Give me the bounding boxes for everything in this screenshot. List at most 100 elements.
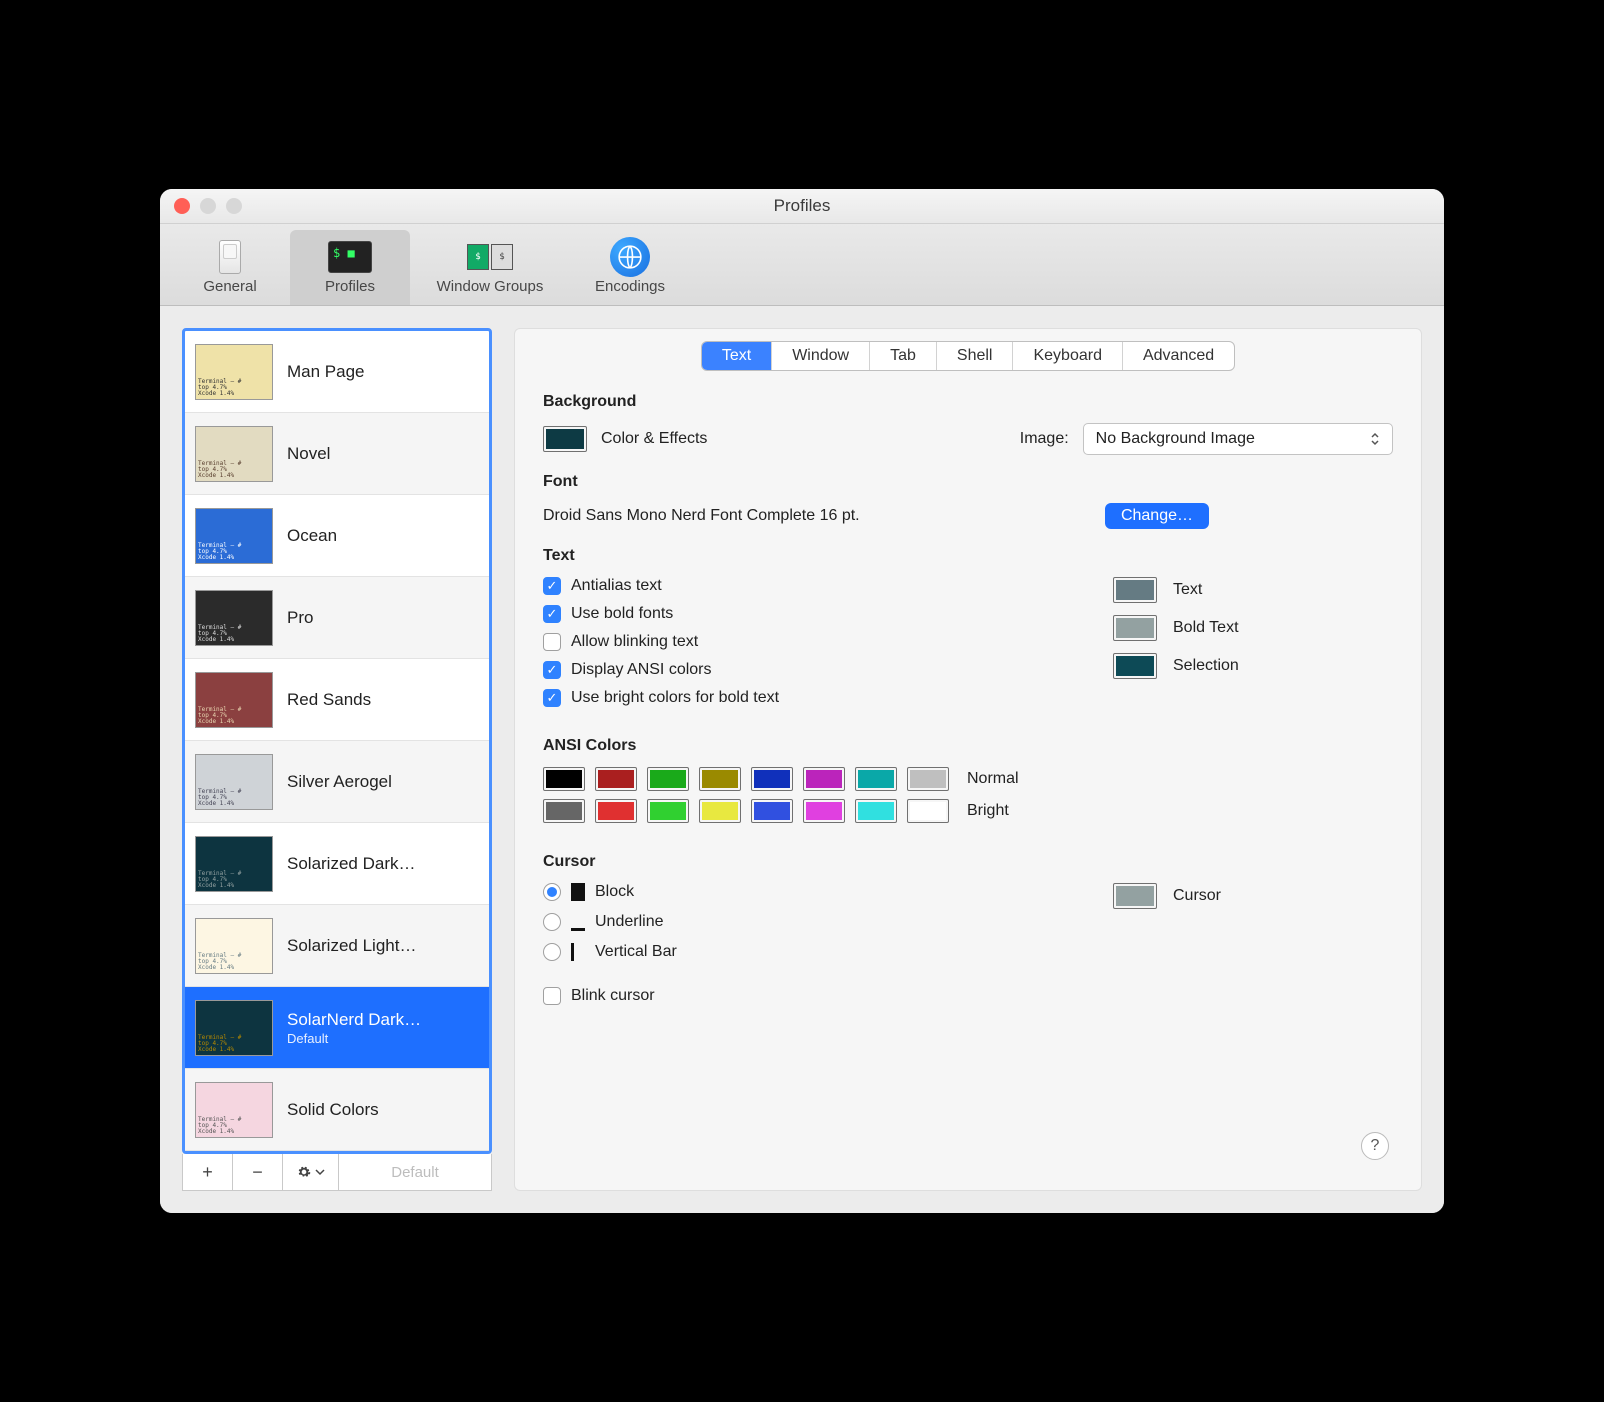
section-background: Background	[543, 393, 1393, 411]
blink-cursor-checkbox[interactable]: Blink cursor	[543, 987, 1053, 1005]
profile-thumbnail: Terminal — #top 4.7%Xcode 1.4%	[195, 672, 273, 728]
text-panel: Background Color & Effects Image: No Bac…	[515, 393, 1421, 1005]
section-cursor: Cursor	[543, 853, 1393, 871]
profile-item[interactable]: Terminal — #top 4.7%Xcode 1.4%Man Page	[185, 331, 489, 413]
ansi-swatch[interactable]	[543, 799, 585, 823]
tab-advanced[interactable]: Advanced	[1123, 342, 1234, 370]
ansi-swatch[interactable]	[751, 767, 793, 791]
color-well-label: Text	[1173, 581, 1202, 599]
tab-strip: TextWindowTabShellKeyboardAdvanced	[701, 341, 1235, 371]
traffic-lights	[174, 198, 242, 214]
color-well-row: Bold Text	[1113, 615, 1393, 641]
toolbar: General Profiles $$ Window Groups Encodi…	[160, 224, 1444, 306]
radio-label: Block	[595, 883, 634, 901]
background-image-select[interactable]: No Background Image	[1083, 423, 1393, 455]
checkbox-row[interactable]: ✓Display ANSI colors	[543, 661, 1053, 679]
ansi-swatch[interactable]	[907, 767, 949, 791]
tab-shell[interactable]: Shell	[937, 342, 1014, 370]
chevron-down-icon	[315, 1167, 325, 1177]
color-well[interactable]	[1113, 577, 1157, 603]
ansi-row-label: Normal	[967, 770, 1019, 788]
tab-text[interactable]: Text	[702, 342, 772, 370]
cursor-well-row: Cursor	[1113, 883, 1393, 909]
ansi-swatch[interactable]	[907, 799, 949, 823]
profile-item[interactable]: Terminal — #top 4.7%Xcode 1.4%Ocean	[185, 495, 489, 577]
ansi-swatch[interactable]	[803, 799, 845, 823]
toolbar-label: Encodings	[570, 278, 690, 295]
action-menu[interactable]	[283, 1154, 339, 1190]
minimize-icon[interactable]	[200, 198, 216, 214]
toolbar-encodings[interactable]: Encodings	[570, 230, 690, 305]
checkbox-row[interactable]: ✓Antialias text	[543, 577, 1053, 595]
cursor-radio-row[interactable]: Block	[543, 883, 1053, 901]
profile-item[interactable]: Terminal — #top 4.7%Xcode 1.4%Solarized …	[185, 823, 489, 905]
ansi-swatch[interactable]	[595, 767, 637, 791]
help-button[interactable]: ?	[1361, 1132, 1389, 1160]
checkbox-icon	[543, 987, 561, 1005]
titlebar: Profiles	[160, 189, 1444, 224]
profile-item[interactable]: Terminal — #top 4.7%Xcode 1.4%Red Sands	[185, 659, 489, 741]
profile-list[interactable]: Terminal — #top 4.7%Xcode 1.4%Man PageTe…	[182, 328, 492, 1154]
close-icon[interactable]	[174, 198, 190, 214]
toolbar-general[interactable]: General	[170, 230, 290, 305]
section-font: Font	[543, 473, 1393, 491]
tab-keyboard[interactable]: Keyboard	[1013, 342, 1123, 370]
zoom-icon[interactable]	[226, 198, 242, 214]
color-well[interactable]	[1113, 653, 1157, 679]
profile-label: SolarNerd Dark…Default	[287, 1009, 421, 1045]
ansi-swatch[interactable]	[751, 799, 793, 823]
select-value: No Background Image	[1096, 430, 1255, 448]
profile-label: Solid Colors	[287, 1099, 379, 1120]
ansi-swatch[interactable]	[595, 799, 637, 823]
checkbox-row[interactable]: Allow blinking text	[543, 633, 1053, 651]
cursor-radio-row[interactable]: Underline	[543, 913, 1053, 931]
add-button[interactable]: +	[183, 1154, 233, 1190]
profile-thumbnail: Terminal — #top 4.7%Xcode 1.4%	[195, 918, 273, 974]
ansi-swatch[interactable]	[699, 767, 741, 791]
tab-window[interactable]: Window	[772, 342, 870, 370]
text-checks: ✓Antialias text ✓Use bold fonts Allow blin…	[543, 577, 1053, 707]
ansi-swatch[interactable]	[543, 767, 585, 791]
checkbox-row[interactable]: ✓Use bright colors for bold text	[543, 689, 1053, 707]
background-row: Color & Effects Image: No Background Ima…	[543, 423, 1393, 455]
cursor-two-col: Block Underline Vertical Bar Blink cursor C…	[543, 883, 1393, 1005]
checkbox-icon: ✓	[543, 605, 561, 623]
checkbox-icon: ✓	[543, 661, 561, 679]
profile-item[interactable]: Terminal — #top 4.7%Xcode 1.4%Solarized …	[185, 905, 489, 987]
checkbox-icon: ✓	[543, 689, 561, 707]
ansi-swatch[interactable]	[647, 767, 689, 791]
text-wells: TextBold TextSelection	[1113, 577, 1393, 707]
ansi-swatch[interactable]	[855, 767, 897, 791]
profile-label: Ocean	[287, 525, 337, 546]
font-row: Droid Sans Mono Nerd Font Complete 16 pt…	[543, 503, 1393, 529]
tab-tab[interactable]: Tab	[870, 342, 937, 370]
profile-item[interactable]: Terminal — #top 4.7%Xcode 1.4%Solid Colo…	[185, 1069, 489, 1151]
radio-icon	[543, 943, 561, 961]
profile-item[interactable]: Terminal — #top 4.7%Xcode 1.4%SolarNerd …	[185, 987, 489, 1069]
ansi-swatch[interactable]	[699, 799, 741, 823]
toolbar-profiles[interactable]: Profiles	[290, 230, 410, 305]
ansi-swatch[interactable]	[855, 799, 897, 823]
color-effects-label: Color & Effects	[601, 430, 707, 448]
cursor-radio-row[interactable]: Vertical Bar	[543, 943, 1053, 961]
ansi-swatch[interactable]	[803, 767, 845, 791]
change-font-button[interactable]: Change…	[1105, 503, 1209, 529]
toolbar-window-groups[interactable]: $$ Window Groups	[410, 230, 570, 305]
checkbox-label: Allow blinking text	[571, 633, 698, 651]
section-ansi: ANSI Colors	[543, 737, 1393, 755]
set-default-button[interactable]: Default	[339, 1154, 491, 1190]
color-well[interactable]	[1113, 615, 1157, 641]
cursor-well-label: Cursor	[1173, 887, 1221, 905]
profile-item[interactable]: Terminal — #top 4.7%Xcode 1.4%Pro	[185, 577, 489, 659]
toolbar-label: Profiles	[290, 278, 410, 295]
background-color-well[interactable]	[543, 426, 587, 452]
remove-button[interactable]: −	[233, 1154, 283, 1190]
checkbox-label: Blink cursor	[571, 987, 655, 1005]
ansi-swatch[interactable]	[647, 799, 689, 823]
profile-item[interactable]: Terminal — #top 4.7%Xcode 1.4%Silver Aer…	[185, 741, 489, 823]
main-panel: TextWindowTabShellKeyboardAdvanced Backg…	[514, 328, 1422, 1191]
cursor-color-well[interactable]	[1113, 883, 1157, 909]
profile-item[interactable]: Terminal — #top 4.7%Xcode 1.4%Novel	[185, 413, 489, 495]
checkbox-row[interactable]: ✓Use bold fonts	[543, 605, 1053, 623]
font-description: Droid Sans Mono Nerd Font Complete 16 pt…	[543, 507, 860, 525]
